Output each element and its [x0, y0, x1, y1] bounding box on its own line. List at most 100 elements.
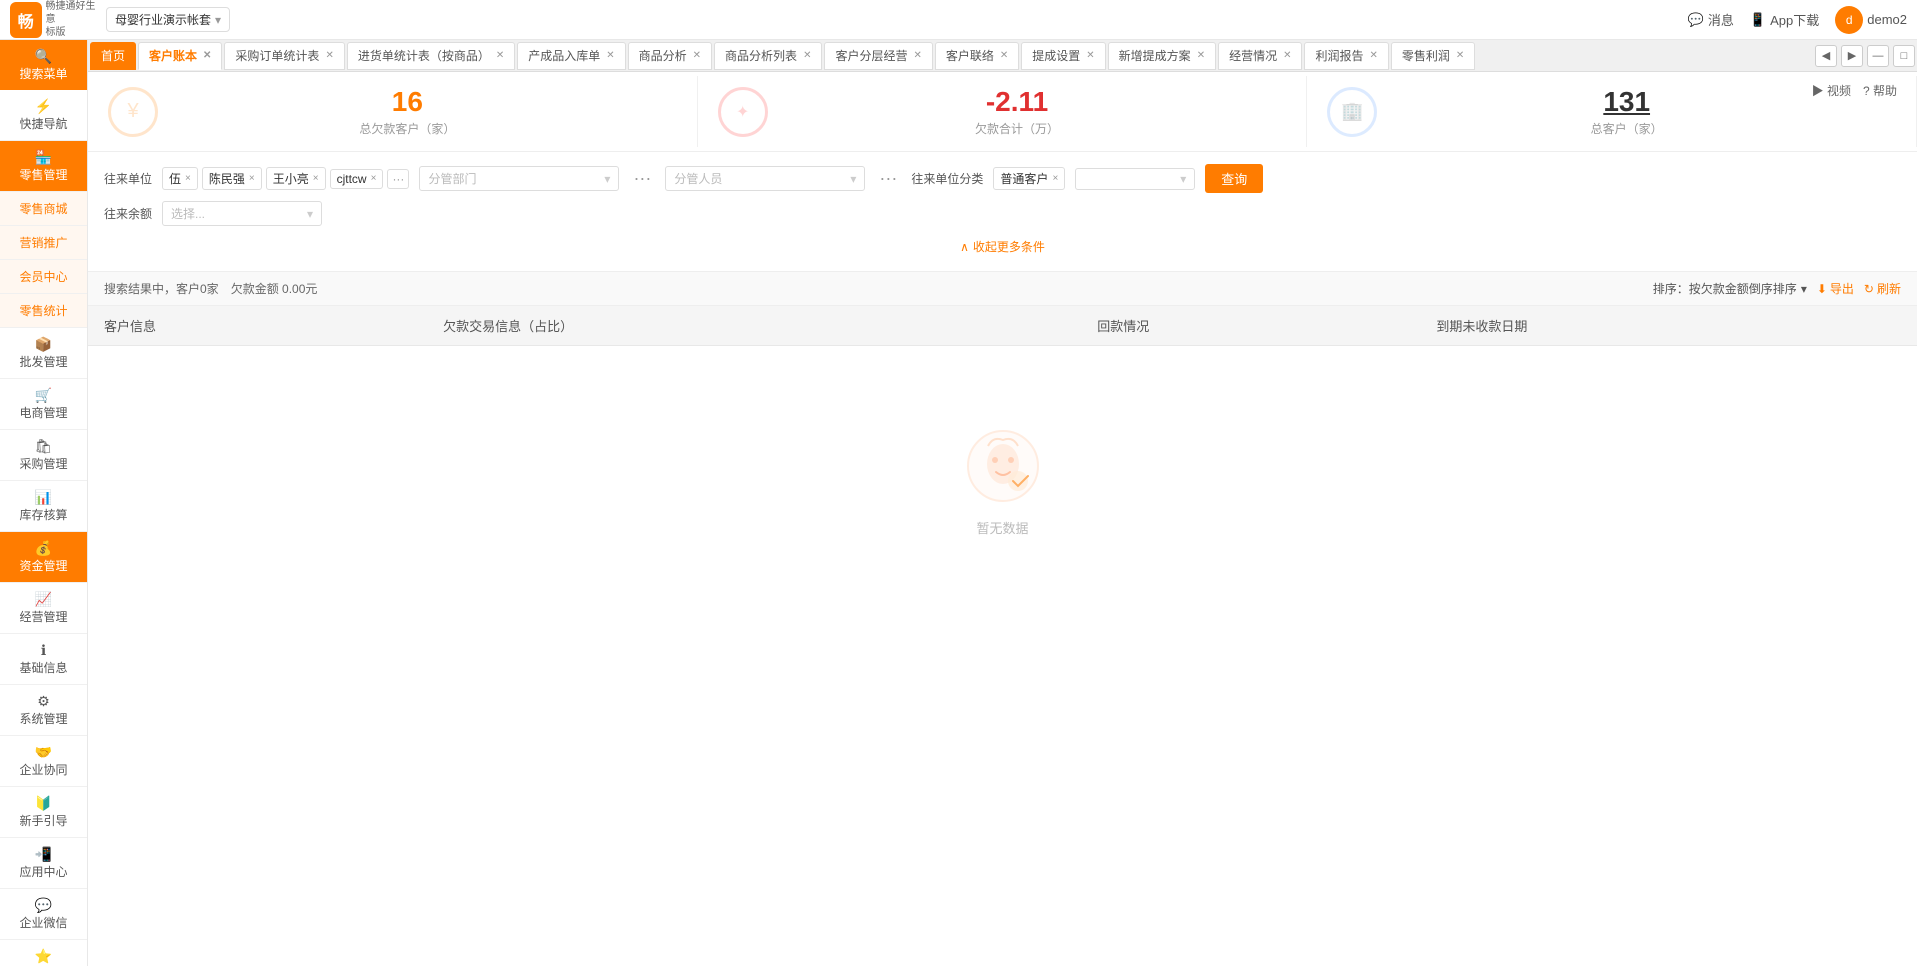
tag-close-icon[interactable]: × [313, 173, 319, 184]
sidebar-item-app-center[interactable]: 📲 应用中心 [0, 838, 87, 889]
tag-close-icon[interactable]: × [371, 173, 377, 184]
tag-close-icon[interactable]: × [185, 173, 191, 184]
org-selector[interactable]: 母婴行业演示帐套 ▾ [106, 7, 230, 32]
sidebar-item-retail-shop[interactable]: 零售商城 [0, 192, 87, 226]
sidebar-item-basic-info[interactable]: ℹ 基础信息 [0, 634, 87, 685]
video-help-link[interactable]: ▶ 视频 [1812, 82, 1851, 99]
filter-label-category: 往来单位分类 [911, 170, 983, 187]
filter-tags-units: 伍 × 陈民强 × 王小亮 × [162, 167, 409, 190]
filter-tag-wang: 王小亮 × [266, 167, 326, 190]
tab-close-icon[interactable]: ✕ [606, 50, 614, 61]
tab-maximize-button[interactable]: □ [1893, 45, 1915, 67]
tab-close-icon[interactable]: ✕ [693, 50, 701, 61]
tab-operation-status[interactable]: 经营情况 ✕ [1218, 42, 1302, 70]
sort-label: 排序：按欠款金额倒序排序 [1653, 280, 1797, 297]
export-button[interactable]: ⬇ 导出 [1817, 280, 1854, 297]
tab-profit-report[interactable]: 利润报告 ✕ [1304, 42, 1388, 70]
filter-tag-chen: 陈民强 × [202, 167, 262, 190]
app-download-button[interactable]: 📱 App下载 [1750, 10, 1819, 29]
filter-dept-more-button[interactable]: ··· [629, 168, 655, 189]
tab-new-promotion[interactable]: 新增提成方案 ✕ [1108, 42, 1216, 70]
sidebar-item-vip-member[interactable]: ⭐ 畅会员 [0, 940, 87, 966]
table-header: 客户信息 欠款交易信息（占比） 回款情况 到期未收款日期 [88, 306, 1917, 346]
tab-close-icon[interactable]: ✕ [1000, 50, 1008, 61]
filter-tags-category: 普通客户 × [993, 167, 1065, 190]
tab-close-icon[interactable]: ✕ [1197, 50, 1205, 61]
stat-label-debt-amount: 欠款合计（万） [975, 120, 1059, 137]
filter-balance-select[interactable]: 选择... ▾ [162, 201, 322, 226]
tab-close-icon[interactable]: ✕ [1086, 50, 1094, 61]
empty-state: 暂无数据 [88, 346, 1917, 617]
sidebar-item-search[interactable]: 🔍 搜索菜单 [0, 40, 87, 90]
sidebar-item-marketing[interactable]: 营销推广 [0, 226, 87, 260]
tab-close-icon[interactable]: ✕ [913, 50, 921, 61]
filter-area: 往来单位 伍 × 陈民强 × 王小亮 [88, 152, 1917, 272]
filter-dept-select[interactable]: 分管部门 ▾ [419, 166, 619, 191]
search-button[interactable]: 查询 [1205, 164, 1263, 193]
sidebar-item-operations[interactable]: 📈 经营管理 [0, 583, 87, 634]
filter-tag-cjttcw: cjttcw × [330, 169, 384, 189]
tab-retail-profit[interactable]: 零售利润 ✕ [1391, 42, 1475, 70]
results-summary: 搜索结果中，客户0家 [104, 280, 219, 297]
tab-product-analysis[interactable]: 商品分析 ✕ [628, 42, 712, 70]
tab-purchase-stats[interactable]: 进货单统计表（按商品） ✕ [347, 42, 515, 70]
logo-area: 畅 畅捷通好生意 标版 [10, 0, 98, 39]
sidebar-item-finance-mgmt[interactable]: 💰 资金管理 [0, 532, 87, 583]
sidebar-item-ecommerce[interactable]: 🛒 电商管理 [0, 379, 87, 430]
tab-customer-segment[interactable]: 客户分层经营 ✕ [824, 42, 932, 70]
tab-home[interactable]: 首页 [90, 42, 136, 70]
sort-select[interactable]: 排序：按欠款金额倒序排序 ▾ [1653, 280, 1807, 297]
filter-category-select[interactable]: ▾ [1075, 168, 1195, 190]
filter-label-balance: 往来余额 [104, 205, 152, 222]
data-table: 客户信息 欠款交易信息（占比） 回款情况 到期未收款日期 [88, 306, 1917, 346]
tab-scroll-left-button[interactable]: ◀ [1815, 45, 1837, 67]
col-header-debt-info: 欠款交易信息（占比） [427, 306, 1081, 346]
tab-close-icon[interactable]: ✕ [496, 50, 504, 61]
message-button[interactable]: 💬 消息 [1688, 10, 1734, 29]
tab-scroll-right-button[interactable]: ▶ [1841, 45, 1863, 67]
tab-close-icon[interactable]: ✕ [203, 50, 211, 61]
tag-close-icon[interactable]: × [1052, 173, 1058, 184]
filter-person-select[interactable]: 分管人员 ▾ [665, 166, 865, 191]
sidebar-item-enterprise-wechat[interactable]: 💬 企业微信 [0, 889, 87, 940]
tag-close-icon[interactable]: × [249, 173, 255, 184]
tab-purchase-order[interactable]: 采购订单统计表 ✕ [224, 42, 344, 70]
tab-close-icon[interactable]: ✕ [1370, 50, 1378, 61]
tab-customer-contact[interactable]: 客户联络 ✕ [935, 42, 1019, 70]
sidebar-item-retail-stats[interactable]: 零售统计 [0, 294, 87, 328]
sidebar-item-new-guide[interactable]: 🔰 新手引导 [0, 787, 87, 838]
sidebar-item-wholesale-mgmt[interactable]: 📦 批发管理 [0, 328, 87, 379]
tab-close-icon[interactable]: ✕ [325, 50, 333, 61]
sidebar-item-quick-nav[interactable]: ⚡ 快捷导航 [0, 90, 87, 141]
user-avatar[interactable]: d demo2 [1835, 6, 1907, 34]
stat-value-debt-amount: -2.11 [986, 86, 1048, 118]
sidebar-item-retail-mgmt[interactable]: 🏪 零售管理 [0, 141, 87, 192]
tab-close-icon[interactable]: ✕ [1456, 50, 1464, 61]
tab-close-icon[interactable]: ✕ [803, 50, 811, 61]
refresh-button[interactable]: ↻ 刷新 [1864, 280, 1901, 297]
tab-customer-account[interactable]: 客户账本 ✕ [138, 42, 222, 70]
tab-promotion-settings[interactable]: 提成设置 ✕ [1021, 42, 1105, 70]
sidebar-item-system-mgmt[interactable]: ⚙ 系统管理 [0, 685, 87, 736]
help-link[interactable]: ? 帮助 [1863, 82, 1897, 99]
filter-tag-normal-customer: 普通客户 × [993, 167, 1065, 190]
filter-row-units: 往来单位 伍 × 陈民强 × 王小亮 [104, 164, 1901, 193]
collapse-filter-button[interactable]: ∧ 收起更多条件 [960, 238, 1045, 255]
sidebar-item-purchase-mgmt[interactable]: 🛍 采购管理 [0, 430, 87, 481]
empty-text: 暂无数据 [976, 518, 1028, 537]
tab-minimize-button[interactable]: — [1867, 45, 1889, 67]
results-bar: 搜索结果中，客户0家 欠款金额 0.00元 排序：按欠款金额倒序排序 ▾ ⬇ 导… [88, 272, 1917, 306]
filter-row-balance: 往来余额 选择... ▾ [104, 201, 1901, 226]
sidebar-item-member-center[interactable]: 会员中心 [0, 260, 87, 294]
top-header: 畅 畅捷通好生意 标版 母婴行业演示帐套 ▾ 💬 消息 📱 App下载 d de… [0, 0, 1917, 40]
cross-circle-icon: ✦ [718, 87, 768, 137]
sidebar-item-enterprise-collab[interactable]: 🤝 企业协同 [0, 736, 87, 787]
filter-person-more-button[interactable]: ··· [875, 168, 901, 189]
tab-product-analysis-list[interactable]: 商品分析列表 ✕ [714, 42, 822, 70]
filter-more-tags-button[interactable]: ··· [387, 169, 409, 189]
stats-bar: ¥ 16 总欠款客户（家） ✦ -2.11 [88, 72, 1917, 152]
download-icon: 📱 [1750, 12, 1766, 28]
tab-product-inbound[interactable]: 产成品入库单 ✕ [517, 42, 625, 70]
sidebar-item-inventory[interactable]: 📊 库存核算 [0, 481, 87, 532]
tab-close-icon[interactable]: ✕ [1283, 50, 1291, 61]
